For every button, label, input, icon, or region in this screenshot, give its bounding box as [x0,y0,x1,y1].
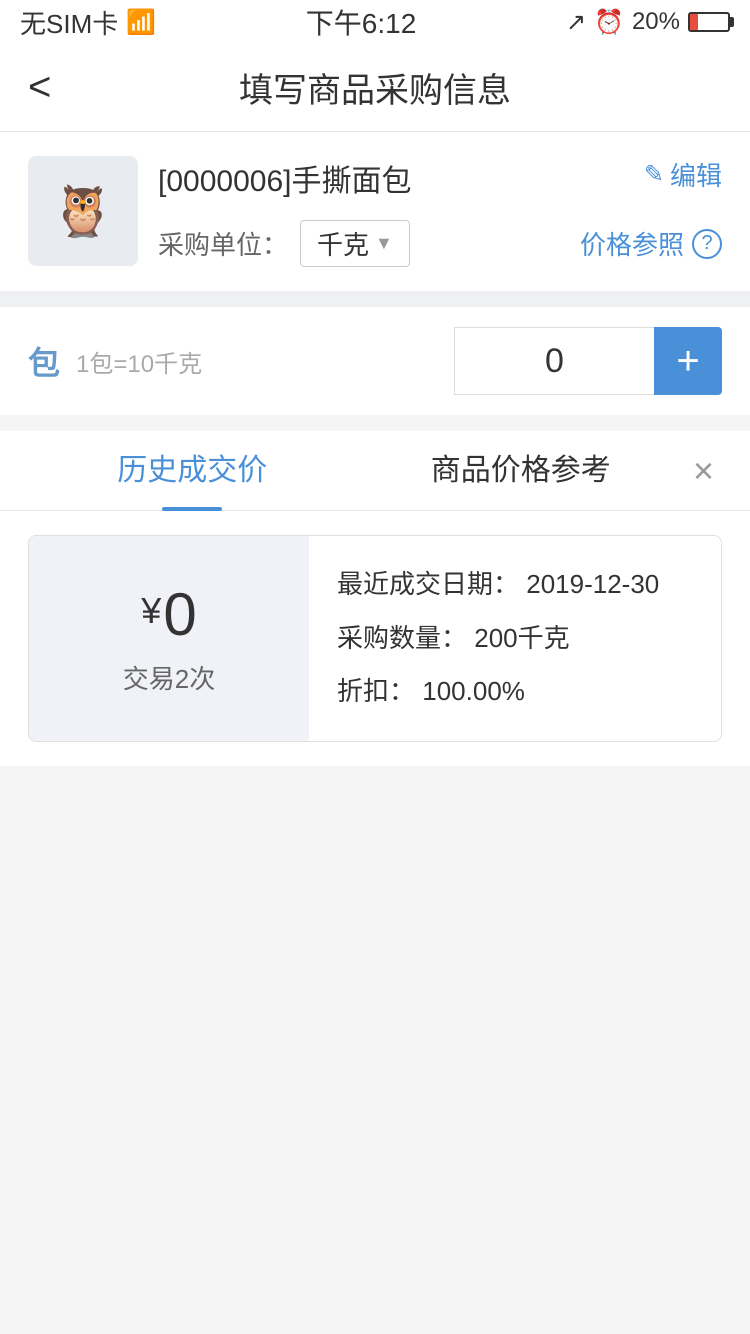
back-button[interactable]: < [28,65,51,110]
tab-history-label: 历史成交价 [117,454,267,487]
recent-date-value: 2019-12-30 [526,569,659,599]
status-right: ↗ ⏰ 20% [566,8,730,37]
package-icon: 包 [28,338,60,384]
purchase-qty-value: 200千克 [474,623,569,653]
nav-bar: < 填写商品采购信息 [0,44,750,132]
recent-date-label: 最近成交日期： [337,569,519,599]
battery-icon [688,12,730,32]
wifi-icon: 📶 [126,8,156,37]
price-currency: ¥ [141,590,161,632]
price-card-left: ¥ 0 交易2次 [29,536,309,741]
product-section: 🦉 [0000006]手撕面包 ✎ 编辑 采购单位： 千克 ▼ [0,132,750,291]
unit-value: 千克 [317,225,369,262]
product-name: [0000006]手撕面包 [158,156,644,200]
edit-label: 编辑 [670,156,722,193]
status-left: 无SIM卡 📶 [20,4,156,41]
quantity-section: 包 1包=10千克 + [0,307,750,415]
price-ref-label: 价格参照 [580,225,684,262]
purchase-unit-label: 采购单位： [158,225,288,262]
alarm-icon: ⏰ [594,8,624,37]
discount-value: 100.00% [422,676,525,706]
recent-date-row: 最近成交日期： 2019-12-30 [337,564,693,606]
unit-select[interactable]: 千克 ▼ [300,220,410,267]
tab-close-button[interactable]: × [685,450,722,492]
product-info: [0000006]手撕面包 ✎ 编辑 采购单位： 千克 ▼ 价格参照 ? [158,156,722,267]
package-desc: 1包=10千克 [76,344,202,379]
bottom-panel: 历史成交价 商品价格参考 × ¥ 0 交易2次 最近成交日期： 2019-12-… [0,431,750,766]
quantity-input[interactable] [454,327,654,395]
price-card: ¥ 0 交易2次 最近成交日期： 2019-12-30 采购数量： 200千克 … [28,535,722,742]
quantity-plus-button[interactable]: + [654,327,722,395]
edit-button[interactable]: ✎ 编辑 [644,156,722,193]
price-ref-help-icon: ? [692,229,722,259]
edit-icon: ✎ [644,160,664,189]
purchase-qty-label: 采购数量： [337,623,467,653]
status-bar: 无SIM卡 📶 下午6:12 ↗ ⏰ 20% [0,0,750,44]
price-trades: 交易2次 [123,659,215,696]
price-amount: 0 [163,580,196,649]
carrier-text: 无SIM卡 [20,4,118,41]
purchase-qty-row: 采购数量： 200千克 [337,618,693,660]
price-main: ¥ 0 [141,580,196,649]
product-thumbnail: 🦉 [28,156,138,266]
tab-price-ref-label: 商品价格参考 [431,454,611,487]
price-ref-button[interactable]: 价格参照 ? [580,225,722,262]
price-card-right: 最近成交日期： 2019-12-30 采购数量： 200千克 折扣： 100.0… [309,536,721,741]
status-time: 下午6:12 [306,2,417,42]
divider [0,291,750,307]
location-icon: ↗ [566,8,586,37]
product-logo-icon: 🦉 [52,182,114,241]
discount-label: 折扣： [337,676,415,706]
page-title: 填写商品采购信息 [239,63,511,112]
tab-row: 历史成交价 商品价格参考 × [0,431,750,511]
tab-product-price-ref[interactable]: 商品价格参考 [356,431,684,511]
panel-content: ¥ 0 交易2次 最近成交日期： 2019-12-30 采购数量： 200千克 … [0,511,750,766]
tab-history-price[interactable]: 历史成交价 [28,431,356,511]
discount-row: 折扣： 100.00% [337,671,693,713]
unit-select-arrow-icon: ▼ [375,233,393,254]
battery-percentage: 20% [632,8,680,36]
